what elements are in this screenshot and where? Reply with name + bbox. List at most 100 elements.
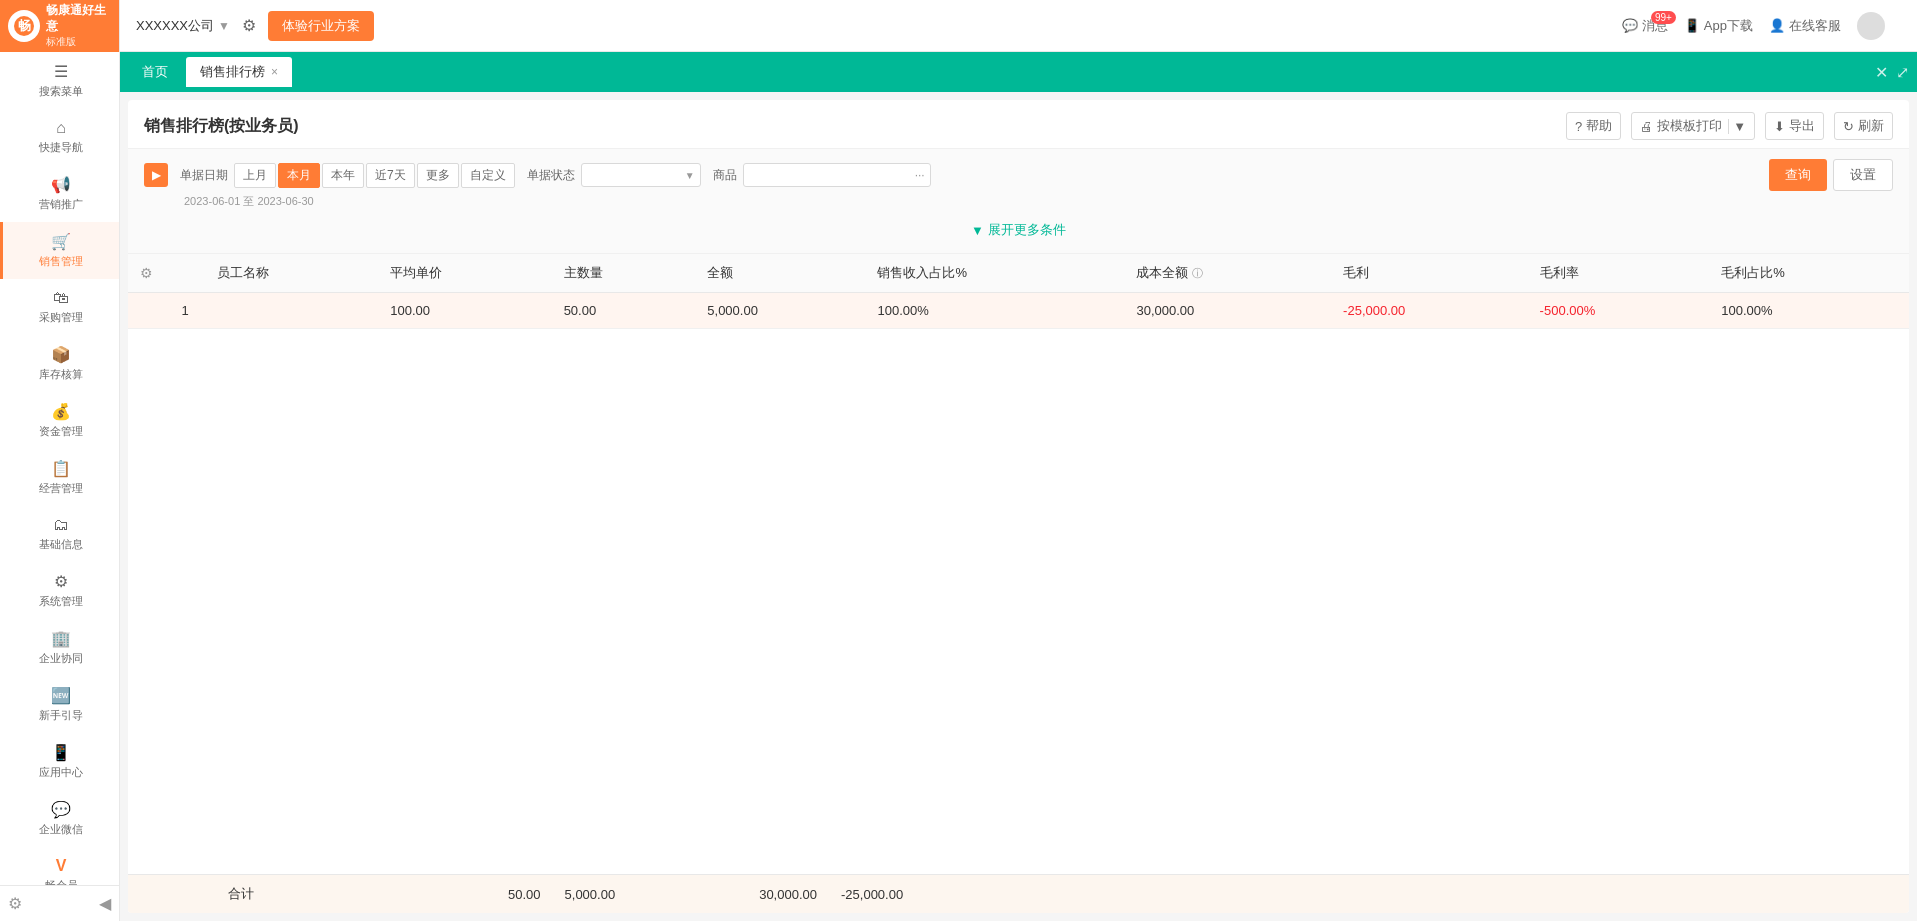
sidebar-item-label: 快捷导航 (39, 140, 83, 155)
sidebar-item-finance[interactable]: 💰 资金管理 (0, 392, 119, 449)
sidebar-item-inventory[interactable]: 📦 库存核算 (0, 335, 119, 392)
col-gross: 毛利 (1331, 254, 1528, 293)
custom-btn[interactable]: 自定义 (461, 163, 515, 188)
system-icon: ⚙ (54, 572, 68, 591)
page-title: 销售排行榜(按业务员) (144, 116, 1566, 137)
company-selector[interactable]: XXXXXX公司 ▼ (136, 17, 230, 35)
help-icon: ? (1575, 119, 1582, 134)
table-row: 1 100.00 50.00 5,000.00 100.00% 30,000.0… (128, 293, 1909, 329)
sidebar-item-sales[interactable]: 🛒 销售管理 (0, 222, 119, 279)
sidebar-item-wechat[interactable]: 💬 企业微信 (0, 790, 119, 847)
marketing-icon: 📢 (51, 175, 71, 194)
print-btn[interactable]: 🖨 按模板打印 ▼ (1631, 112, 1755, 140)
sidebar-item-member[interactable]: V 畅会员 (0, 847, 119, 885)
sidebar-item-guide[interactable]: 🆕 新手引导 (0, 676, 119, 733)
cell-avg-price: 100.00 (378, 293, 551, 329)
tabbar-close-icon[interactable]: ✕ (1875, 63, 1888, 82)
col-main-qty: 主数量 (552, 254, 696, 293)
sidebar-item-label: 资金管理 (39, 424, 83, 439)
expand-more-icon: ▼ (971, 223, 984, 238)
sidebar-item-label: 应用中心 (39, 765, 83, 780)
logo-sub: 标准版 (46, 35, 111, 49)
logo-name: 畅康通好生意 (46, 3, 111, 34)
goods-input-more-icon[interactable]: ··· (915, 168, 925, 182)
message-btn[interactable]: 💬 消息 99+ (1622, 17, 1668, 35)
member-icon: V (56, 857, 67, 875)
settings-icon[interactable]: ⚙ (8, 894, 22, 913)
sidebar-item-search-order[interactable]: ☰ 搜索菜单 (0, 52, 119, 109)
tab-close-icon[interactable]: × (271, 65, 278, 79)
tab-sales-ranking[interactable]: 销售排行榜 × (186, 57, 292, 87)
expand-more-btn[interactable]: ▼ 展开更多条件 (144, 217, 1893, 243)
online-service-btn[interactable]: 👤 在线客服 (1769, 17, 1841, 35)
sidebar-item-label: 企业微信 (39, 822, 83, 837)
sidebar-item-label: 企业协同 (39, 651, 83, 666)
quick-nav-icon: ⌂ (56, 119, 66, 137)
avatar[interactable] (1857, 12, 1885, 40)
last-month-btn[interactable]: 上月 (234, 163, 276, 188)
sidebar-item-operations[interactable]: 📋 经营管理 (0, 449, 119, 506)
cell-cost-amount: 30,000.00 (1124, 293, 1331, 329)
collapse-icon[interactable]: ◀ (99, 894, 111, 913)
print-dropdown-icon: ▼ (1728, 119, 1746, 134)
cell-gross-rate: -500.00% (1528, 293, 1710, 329)
company-dropdown-icon: ▼ (218, 19, 230, 33)
cell-gross-pct: 100.00% (1709, 293, 1909, 329)
col-settings[interactable]: ⚙ (128, 254, 165, 293)
date-range-text: 2023-06-01 至 2023-06-30 (184, 195, 314, 207)
company-name: XXXXXX公司 (136, 17, 214, 35)
footer-gross: -25,000.00 (829, 887, 915, 902)
sidebar-bottom: ⚙ ◀ (0, 885, 119, 921)
column-settings-icon: ⚙ (140, 265, 153, 281)
this-month-btn[interactable]: 本月 (278, 163, 320, 188)
sidebar-item-basic-info[interactable]: 🗂 基础信息 (0, 506, 119, 562)
basic-info-icon: 🗂 (53, 516, 69, 534)
finance-icon: 💰 (51, 402, 71, 421)
enterprise-icon: 🏢 (51, 629, 71, 648)
filter-collapse-btn[interactable]: ▶ (144, 163, 168, 187)
sidebar-item-system[interactable]: ⚙ 系统管理 (0, 562, 119, 619)
sidebar-item-marketing[interactable]: 📢 营销推广 (0, 165, 119, 222)
sidebar-item-label: 新手引导 (39, 708, 83, 723)
col-amount: 全额 (695, 254, 865, 293)
sidebar-item-label: 基础信息 (39, 537, 83, 552)
table-wrap: ⚙ 员工名称 平均单价 主数量 全额 销售收入占比% 成本全额 ⓘ 毛利 毛利率… (128, 254, 1909, 874)
sidebar-item-enterprise[interactable]: 🏢 企业协同 (0, 619, 119, 676)
more-btn[interactable]: 更多 (417, 163, 459, 188)
sidebar-item-label: 销售管理 (39, 254, 83, 269)
goods-input[interactable] (743, 163, 931, 187)
help-btn[interactable]: ? 帮助 (1566, 112, 1621, 140)
sidebar-item-purchase[interactable]: 🛍 采购管理 (0, 279, 119, 335)
status-label: 单据状态 (527, 167, 575, 184)
tabbar-expand-icon[interactable]: ⤢ (1896, 63, 1909, 82)
status-select[interactable] (581, 163, 701, 187)
page-actions: ? 帮助 🖨 按模板打印 ▼ ⬇ 导出 ↻ 刷新 (1566, 112, 1893, 140)
print-icon: 🖨 (1640, 119, 1653, 134)
export-btn[interactable]: ⬇ 导出 (1765, 112, 1824, 140)
page-content: 销售排行榜(按业务员) ? 帮助 🖨 按模板打印 ▼ ⬇ 导出 (120, 92, 1917, 921)
tab-home[interactable]: 首页 (128, 57, 182, 87)
app-download-btn[interactable]: 📱 App下载 (1684, 17, 1753, 35)
service-icon: 👤 (1769, 18, 1785, 33)
action-btns: 查询 设置 (1769, 159, 1893, 191)
sidebar-item-label: 库存核算 (39, 367, 83, 382)
footer-label: 合计 (216, 885, 396, 903)
cell-settings (128, 293, 165, 329)
app-icon: 📱 (1684, 18, 1700, 33)
col-employee: 员工名称 (205, 254, 378, 293)
last-7days-btn[interactable]: 近7天 (366, 163, 415, 188)
sidebar-item-quick-nav[interactable]: ⌂ 快捷导航 (0, 109, 119, 165)
topbar-gear-icon[interactable]: ⚙ (242, 16, 256, 35)
sidebar-item-apps[interactable]: 📱 应用中心 (0, 733, 119, 790)
topbar-right: 💬 消息 99+ 📱 App下载 👤 在线客服 (1622, 12, 1901, 40)
col-gross-pct: 毛利占比% (1709, 254, 1909, 293)
col-gross-rate: 毛利率 (1528, 254, 1710, 293)
logo-icon: 畅 (8, 10, 40, 42)
filter-area: ▶ 单据日期 上月 本月 本年 近7天 更多 自定义 (128, 149, 1909, 254)
refresh-btn[interactable]: ↻ 刷新 (1834, 112, 1893, 140)
this-year-btn[interactable]: 本年 (322, 163, 364, 188)
filter-row-1: ▶ 单据日期 上月 本月 本年 近7天 更多 自定义 (144, 159, 1893, 191)
trial-btn[interactable]: 体验行业方案 (268, 11, 374, 41)
setting-btn[interactable]: 设置 (1833, 159, 1893, 191)
query-btn[interactable]: 查询 (1769, 159, 1827, 191)
